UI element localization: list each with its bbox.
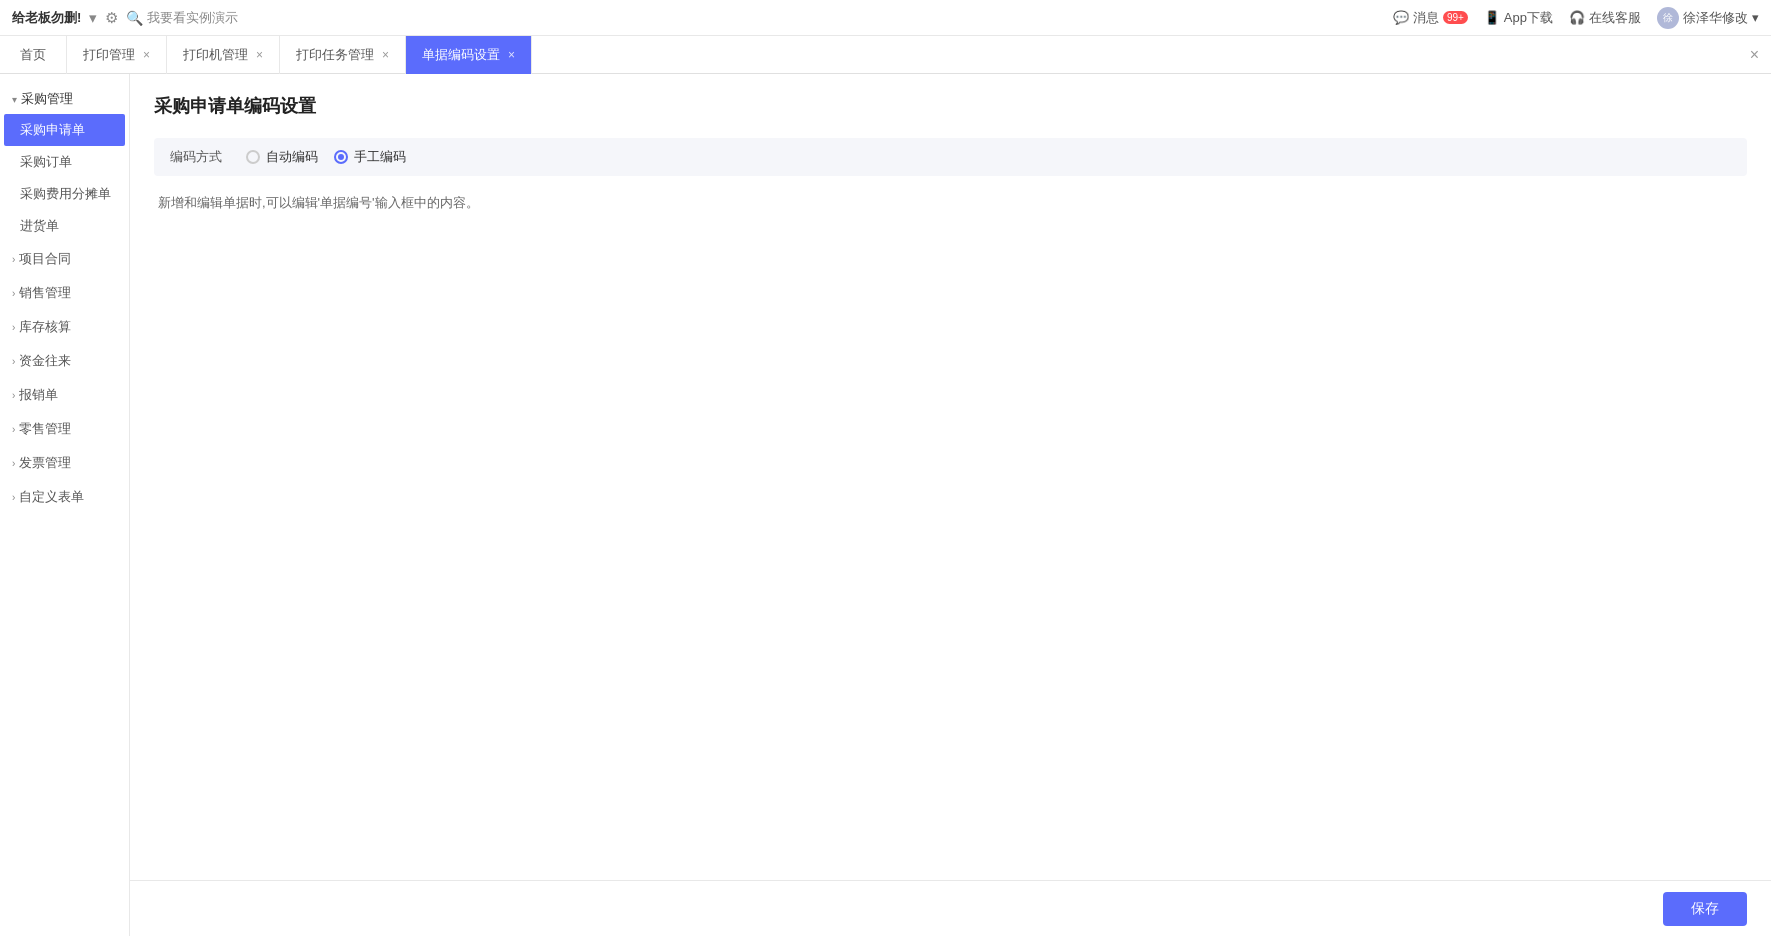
sidebar-group-label-project-contract: 项目合同 xyxy=(19,250,71,268)
tab-print-mgmt-label: 打印管理 xyxy=(83,46,135,64)
arrow-right-icon-inventory: › xyxy=(12,322,15,333)
brand-text: 给老板勿删! xyxy=(12,9,81,27)
message-button[interactable]: 💬 消息 99+ xyxy=(1393,9,1468,27)
manual-code-radio[interactable] xyxy=(334,150,348,164)
tab-printer-mgmt[interactable]: 打印机管理 × xyxy=(167,36,280,74)
sidebar-group-label-sales-mgmt: 销售管理 xyxy=(19,284,71,302)
sidebar-group-label-inventory: 库存核算 xyxy=(19,318,71,336)
top-bar-right: 💬 消息 99+ 📱 App下载 🎧 在线客服 徐 徐泽华修改 ▾ xyxy=(1393,7,1759,29)
sidebar-item-purchase-order[interactable]: 采购订单 xyxy=(0,146,129,178)
content-inner: 采购申请单编码设置 编码方式 自动编码 手工编码 新增和编辑单据时,可以编辑'单… xyxy=(130,74,1771,880)
sidebar-group-fund-flow[interactable]: › 资金往来 xyxy=(0,344,129,378)
tab-barcode-settings-close[interactable]: × xyxy=(508,48,515,62)
headset-icon: 🎧 xyxy=(1569,10,1585,25)
tab-print-mgmt-close[interactable]: × xyxy=(143,48,150,62)
sidebar-group-label-custom-forms: 自定义表单 xyxy=(19,488,84,506)
top-bar: 给老板勿删! ▾ ⚙ 🔍 我要看实例演示 💬 消息 99+ 📱 App下载 🎧 … xyxy=(0,0,1771,36)
search-icon: 🔍 xyxy=(126,10,143,26)
tab-home[interactable]: 首页 xyxy=(0,36,67,74)
message-icon: 💬 xyxy=(1393,10,1409,25)
sidebar-group-label-invoice-mgmt: 发票管理 xyxy=(19,454,71,472)
main-layout: ▾ 采购管理 采购申请单 采购订单 采购费用分摊单 进货单 › 项目合同 › 销… xyxy=(0,74,1771,936)
sidebar-item-purchase-request[interactable]: 采购申请单 xyxy=(4,114,125,146)
sidebar-group-sales-mgmt[interactable]: › 销售管理 xyxy=(0,276,129,310)
message-badge: 99+ xyxy=(1443,11,1468,24)
user-name: 徐泽华修改 xyxy=(1683,9,1748,27)
tab-bar: 首页 打印管理 × 打印机管理 × 打印任务管理 × 单据编码设置 × × xyxy=(0,36,1771,74)
tab-print-task-mgmt-close[interactable]: × xyxy=(382,48,389,62)
page-title: 采购申请单编码设置 xyxy=(154,94,1747,118)
sidebar-group-project-contract[interactable]: › 项目合同 xyxy=(0,242,129,276)
manual-code-label: 手工编码 xyxy=(354,148,406,166)
sidebar-group-inventory[interactable]: › 库存核算 xyxy=(0,310,129,344)
content-footer: 保存 xyxy=(130,880,1771,936)
sidebar-item-purchase-expense[interactable]: 采购费用分摊单 xyxy=(0,178,129,210)
coding-mode-row: 编码方式 自动编码 手工编码 xyxy=(154,138,1747,176)
auto-code-radio[interactable] xyxy=(246,150,260,164)
sidebar-group-purchase-mgmt: ▾ 采购管理 采购申请单 采购订单 采购费用分摊单 进货单 xyxy=(0,82,129,242)
coding-mode-label: 编码方式 xyxy=(170,148,222,166)
sidebar-group-header-purchase-mgmt[interactable]: ▾ 采购管理 xyxy=(0,82,129,114)
description-text: 新增和编辑单据时,可以编辑'单据编号'输入框中的内容。 xyxy=(154,194,1747,212)
tab-print-mgmt[interactable]: 打印管理 × xyxy=(67,36,167,74)
sidebar-group-retail-mgmt[interactable]: › 零售管理 xyxy=(0,412,129,446)
app-download-icon: 📱 xyxy=(1484,10,1500,25)
message-label: 消息 xyxy=(1413,9,1439,27)
sidebar-group-invoice-mgmt[interactable]: › 发票管理 xyxy=(0,446,129,480)
sidebar-group-custom-forms[interactable]: › 自定义表单 xyxy=(0,480,129,514)
app-download-label: App下载 xyxy=(1504,9,1553,27)
arrow-right-icon-returns: › xyxy=(12,390,15,401)
tab-printer-mgmt-close[interactable]: × xyxy=(256,48,263,62)
online-service-label: 在线客服 xyxy=(1589,9,1641,27)
search-bar[interactable]: 🔍 我要看实例演示 xyxy=(126,9,238,27)
sidebar: ▾ 采购管理 采购申请单 采购订单 采购费用分摊单 进货单 › 项目合同 › 销… xyxy=(0,74,130,936)
content-area: 采购申请单编码设置 编码方式 自动编码 手工编码 新增和编辑单据时,可以编辑'单… xyxy=(130,74,1771,936)
auto-code-label: 自动编码 xyxy=(266,148,318,166)
user-profile[interactable]: 徐 徐泽华修改 ▾ xyxy=(1657,7,1759,29)
sidebar-group-returns[interactable]: › 报销单 xyxy=(0,378,129,412)
sidebar-group-label-retail-mgmt: 零售管理 xyxy=(19,420,71,438)
tab-barcode-settings-label: 单据编码设置 xyxy=(422,46,500,64)
sidebar-group-label-returns: 报销单 xyxy=(19,386,58,404)
search-text: 我要看实例演示 xyxy=(147,9,238,27)
manual-code-option[interactable]: 手工编码 xyxy=(334,148,406,166)
arrow-right-icon-project: › xyxy=(12,254,15,265)
settings-icon[interactable]: ⚙ xyxy=(105,9,118,27)
tab-print-task-mgmt-label: 打印任务管理 xyxy=(296,46,374,64)
tab-print-task-mgmt[interactable]: 打印任务管理 × xyxy=(280,36,406,74)
sidebar-group-label-purchase-mgmt: 采购管理 xyxy=(21,90,73,108)
online-service-button[interactable]: 🎧 在线客服 xyxy=(1569,9,1641,27)
user-dropdown-icon: ▾ xyxy=(1752,10,1759,25)
auto-code-option[interactable]: 自动编码 xyxy=(246,148,318,166)
arrow-right-icon-custom: › xyxy=(12,492,15,503)
tab-home-label: 首页 xyxy=(20,46,46,64)
arrow-right-icon-fund: › xyxy=(12,356,15,367)
sidebar-item-stock-in[interactable]: 进货单 xyxy=(0,210,129,242)
avatar: 徐 xyxy=(1657,7,1679,29)
tab-barcode-settings[interactable]: 单据编码设置 × xyxy=(406,36,532,74)
dropdown-icon[interactable]: ▾ xyxy=(89,9,97,27)
arrow-right-icon-retail: › xyxy=(12,424,15,435)
sidebar-group-label-fund-flow: 资金往来 xyxy=(19,352,71,370)
tab-printer-mgmt-label: 打印机管理 xyxy=(183,46,248,64)
app-download-button[interactable]: 📱 App下载 xyxy=(1484,9,1553,27)
arrow-right-icon-invoice: › xyxy=(12,458,15,469)
top-bar-left: 给老板勿删! ▾ ⚙ 🔍 我要看实例演示 xyxy=(12,9,238,27)
arrow-down-icon: ▾ xyxy=(12,94,17,105)
save-button[interactable]: 保存 xyxy=(1663,892,1747,926)
arrow-right-icon-sales: › xyxy=(12,288,15,299)
tab-bar-close-button[interactable]: × xyxy=(1738,46,1771,64)
